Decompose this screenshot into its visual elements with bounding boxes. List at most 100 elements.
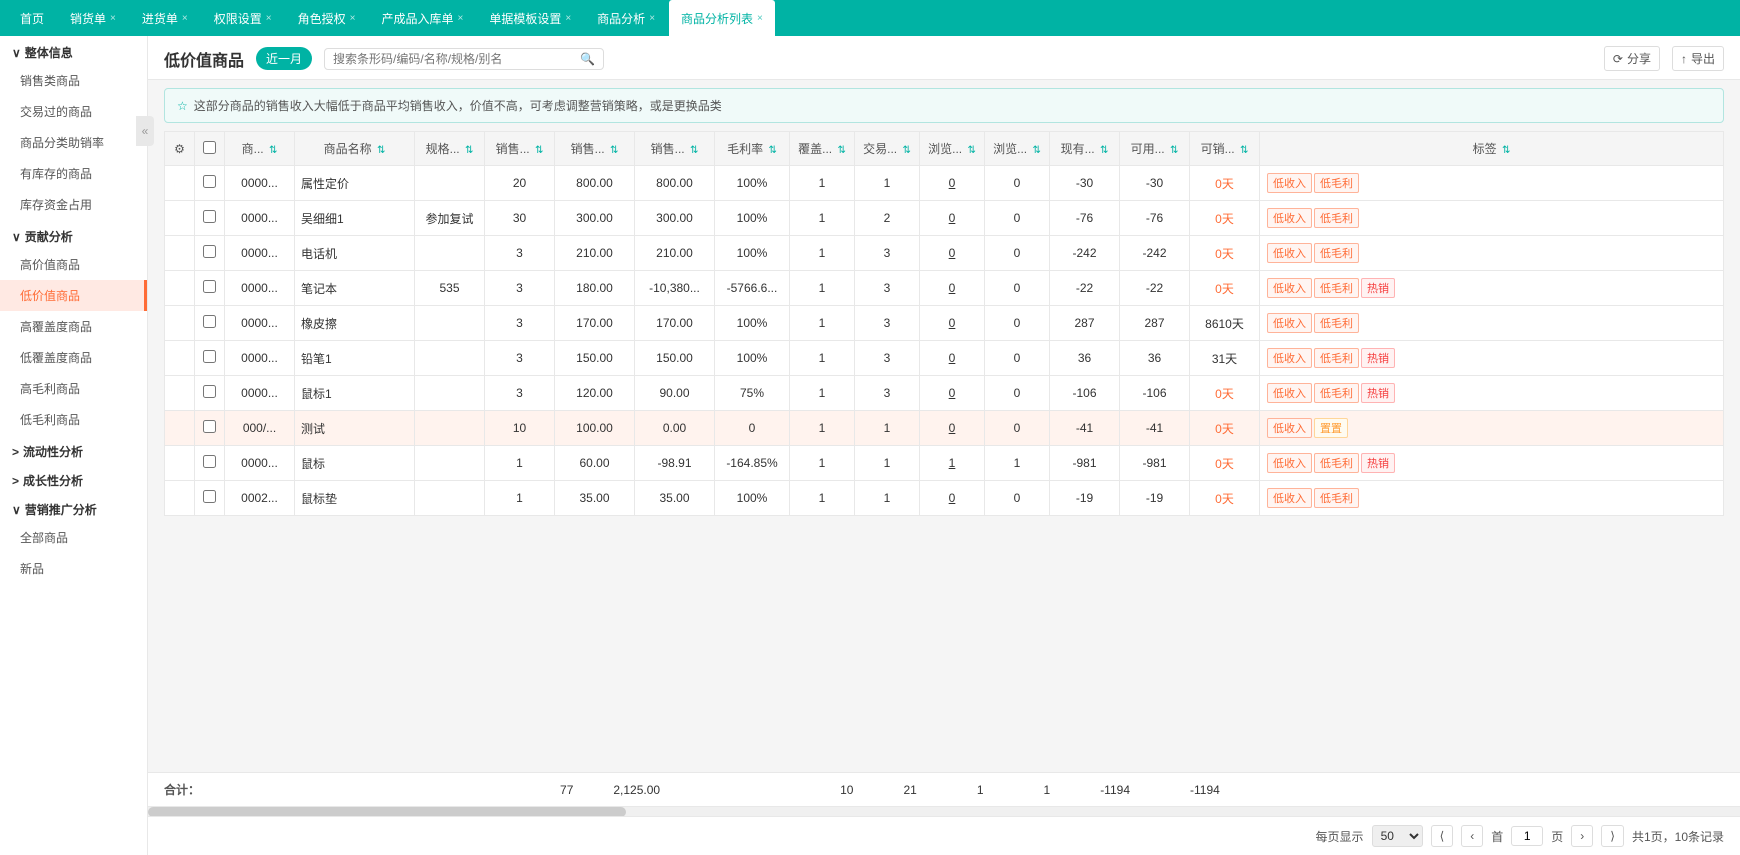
sidebar-group-growth[interactable]: > 成长性分析	[0, 464, 147, 493]
row-checkbox[interactable]	[203, 245, 216, 258]
sidebar-item-low-value[interactable]: 低价值商品	[0, 280, 147, 311]
sidebar-item-traded-goods[interactable]: 交易过的商品	[0, 96, 147, 127]
row-checkbox[interactable]	[203, 490, 216, 503]
td-checkbox[interactable]	[195, 446, 225, 481]
sidebar-item-high-value[interactable]: 高价值商品	[0, 249, 147, 280]
td-browse1[interactable]: 0	[920, 306, 985, 341]
th-sales2[interactable]: 销售... ⇅	[555, 132, 635, 166]
td-checkbox[interactable]	[195, 201, 225, 236]
close-icon[interactable]: ×	[110, 13, 116, 24]
browse-link[interactable]: 0	[949, 246, 956, 260]
td-browse1[interactable]: 0	[920, 481, 985, 516]
sidebar-item-category-rate[interactable]: 商品分类助销率	[0, 127, 147, 158]
share-button[interactable]: ⟳ 分享	[1604, 46, 1660, 71]
nav-permissions[interactable]: 权限设置 ×	[202, 0, 284, 36]
th-gear[interactable]: ⚙	[165, 132, 195, 166]
close-icon[interactable]: ×	[565, 13, 571, 24]
nav-home[interactable]: 首页	[8, 0, 56, 36]
time-filter-btn[interactable]: 近一月	[256, 47, 312, 70]
th-browse1[interactable]: 浏览... ⇅	[920, 132, 985, 166]
th-sales1[interactable]: 销售... ⇅	[485, 132, 555, 166]
td-browse1[interactable]: 0	[920, 236, 985, 271]
close-icon[interactable]: ×	[266, 13, 272, 24]
td-checkbox[interactable]	[195, 236, 225, 271]
nav-template-settings[interactable]: 单据模板设置 ×	[477, 0, 583, 36]
th-code[interactable]: 商... ⇅	[225, 132, 295, 166]
nav-goods-analysis-list[interactable]: 商品分析列表 ×	[669, 0, 775, 36]
sidebar-group-liquidity[interactable]: > 流动性分析	[0, 435, 147, 464]
sidebar-item-all-goods[interactable]: 全部商品	[0, 522, 147, 553]
td-browse1[interactable]: 0	[920, 271, 985, 306]
nav-finished-goods[interactable]: 产成品入库单 ×	[369, 0, 475, 36]
th-browse2[interactable]: 浏览... ⇅	[985, 132, 1050, 166]
browse-link[interactable]: 0	[949, 211, 956, 225]
per-page-select[interactable]: 50 100 200	[1372, 825, 1423, 847]
th-tags[interactable]: 标签 ⇅	[1260, 132, 1724, 166]
td-checkbox[interactable]	[195, 306, 225, 341]
browse-link[interactable]: 1	[949, 456, 956, 470]
row-checkbox[interactable]	[203, 420, 216, 433]
th-coverage[interactable]: 覆盖... ⇅	[790, 132, 855, 166]
horizontal-scrollbar[interactable]	[148, 806, 1740, 816]
first-page-btn[interactable]: ⟨	[1431, 825, 1454, 847]
th-stock2[interactable]: 可用... ⇅	[1120, 132, 1190, 166]
browse-link[interactable]: 0	[949, 386, 956, 400]
row-checkbox[interactable]	[203, 315, 216, 328]
select-all-checkbox[interactable]	[203, 141, 216, 154]
close-icon[interactable]: ×	[182, 13, 188, 24]
sidebar-item-capital[interactable]: 库存资金占用	[0, 189, 147, 220]
row-checkbox[interactable]	[203, 210, 216, 223]
td-checkbox[interactable]	[195, 271, 225, 306]
td-browse1[interactable]: 0	[920, 201, 985, 236]
prev-page-btn[interactable]: ‹	[1461, 825, 1483, 847]
search-input[interactable]	[333, 52, 574, 66]
export-button[interactable]: ↑ 导出	[1672, 46, 1724, 71]
browse-link[interactable]: 0	[949, 176, 956, 190]
page-input[interactable]	[1511, 826, 1543, 846]
td-browse1[interactable]: 0	[920, 341, 985, 376]
row-checkbox[interactable]	[203, 350, 216, 363]
next-page-btn[interactable]: ›	[1571, 825, 1593, 847]
td-browse1[interactable]: 0	[920, 411, 985, 446]
sidebar-group-marketing[interactable]: ∨ 营销推广分析	[0, 493, 147, 522]
close-icon[interactable]: ×	[457, 13, 463, 24]
close-icon[interactable]: ×	[649, 13, 655, 24]
td-browse1[interactable]: 0	[920, 376, 985, 411]
row-checkbox[interactable]	[203, 280, 216, 293]
td-checkbox[interactable]	[195, 166, 225, 201]
browse-link[interactable]: 0	[949, 421, 956, 435]
th-spec[interactable]: 规格... ⇅	[415, 132, 485, 166]
sidebar-item-stock-goods[interactable]: 有库存的商品	[0, 158, 147, 189]
nav-goods-analysis[interactable]: 商品分析 ×	[585, 0, 667, 36]
sidebar-item-low-margin[interactable]: 低毛利商品	[0, 404, 147, 435]
th-name[interactable]: 商品名称 ⇅	[295, 132, 415, 166]
nav-sales-order[interactable]: 销货单 ×	[58, 0, 128, 36]
row-checkbox[interactable]	[203, 455, 216, 468]
th-margin[interactable]: 毛利率 ⇅	[715, 132, 790, 166]
sidebar-item-new-goods[interactable]: 新品	[0, 553, 147, 584]
last-page-btn[interactable]: ⟩	[1601, 825, 1624, 847]
browse-link[interactable]: 0	[949, 281, 956, 295]
td-checkbox[interactable]	[195, 341, 225, 376]
browse-link[interactable]: 0	[949, 351, 956, 365]
sidebar-item-high-coverage[interactable]: 高覆盖度商品	[0, 311, 147, 342]
nav-role-auth[interactable]: 角色授权 ×	[286, 0, 368, 36]
td-checkbox[interactable]	[195, 481, 225, 516]
close-icon[interactable]: ×	[350, 13, 356, 24]
nav-purchase-order[interactable]: 进货单 ×	[130, 0, 200, 36]
td-browse1[interactable]: 1	[920, 446, 985, 481]
browse-link[interactable]: 0	[949, 316, 956, 330]
close-icon[interactable]: ×	[757, 13, 763, 24]
th-sales3[interactable]: 销售... ⇅	[635, 132, 715, 166]
sidebar-item-low-coverage[interactable]: 低覆盖度商品	[0, 342, 147, 373]
browse-link[interactable]: 0	[949, 491, 956, 505]
th-stock3[interactable]: 可销... ⇅	[1190, 132, 1260, 166]
td-checkbox[interactable]	[195, 376, 225, 411]
td-browse1[interactable]: 0	[920, 166, 985, 201]
sidebar-collapse-btn[interactable]: «	[136, 116, 154, 146]
td-checkbox[interactable]	[195, 411, 225, 446]
row-checkbox[interactable]	[203, 175, 216, 188]
th-trade[interactable]: 交易... ⇅	[855, 132, 920, 166]
sidebar-item-sales-goods[interactable]: 销售类商品	[0, 65, 147, 96]
sidebar-item-high-margin[interactable]: 高毛利商品	[0, 373, 147, 404]
